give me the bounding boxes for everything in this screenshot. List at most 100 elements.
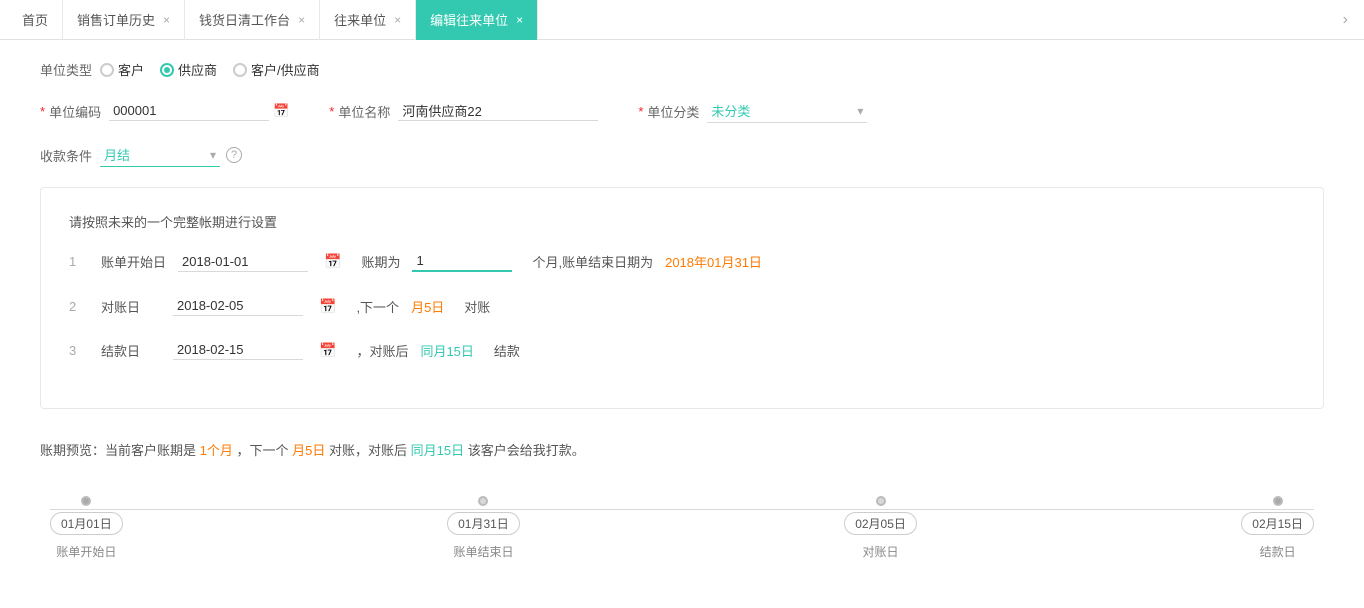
tab-sales-order-history-close[interactable]: × [163, 13, 170, 27]
preview-prefix: 账期预览：当前客户账期是 [40, 443, 196, 458]
unit-code-group: * 单位编码 📅 [40, 101, 289, 121]
preview-highlight3: 同月15日 [411, 443, 464, 458]
tab-cash-reconciliation[interactable]: 钱货日清工作台 × [185, 0, 320, 40]
step-num-2: 2 [69, 299, 89, 314]
step-date-input-3[interactable] [173, 340, 303, 360]
radio-customer-supplier-label: 客户/供应商 [251, 60, 320, 79]
step-label-2: 对账日 [101, 297, 161, 316]
timeline: 01月01日 账单开始日 01月31日 账单结束日 02月05日 对账日 02月… [40, 496, 1324, 560]
timeline-point-0: 01月01日 账单开始日 [50, 496, 123, 560]
timeline-points: 01月01日 账单开始日 01月31日 账单结束日 02月05日 对账日 02月… [50, 496, 1314, 560]
timeline-badge-3: 02月15日 [1241, 512, 1314, 535]
timeline-dot-2 [876, 496, 886, 506]
payment-terms-arrow: ▾ [210, 148, 216, 162]
calendar-icon-3[interactable]: 📅 [319, 342, 336, 359]
step-3-prefix: ，对账后 [356, 341, 408, 360]
tab-partner-units-label: 往来单位 [334, 10, 386, 29]
timeline-point-2: 02月05日 对账日 [844, 496, 917, 560]
tab-partner-units-close[interactable]: × [394, 13, 401, 27]
timeline-point-3: 02月15日 结款日 [1241, 496, 1314, 560]
payment-terms-row: 收款条件 月结 ▾ ? [40, 143, 1324, 167]
step-date-input-1[interactable] [178, 252, 308, 272]
step-2-prefix: ,下一个 [356, 297, 399, 316]
timeline-dot-1 [478, 496, 488, 506]
unit-code-input[interactable] [109, 101, 269, 121]
unit-code-label: 单位编码 [49, 102, 101, 121]
unit-code-star: * [40, 104, 45, 119]
preview-middle1: ，下一个 [237, 443, 289, 458]
tab-cash-reconciliation-close[interactable]: × [298, 13, 305, 27]
payment-terms-help-icon[interactable]: ? [226, 147, 242, 163]
radio-supplier[interactable]: 供应商 [160, 60, 217, 79]
payment-terms-value: 月结 [104, 145, 210, 164]
unit-category-group: * 单位分类 未分类 ▾ [638, 99, 867, 123]
step-2-suffix: 对账 [464, 297, 490, 316]
payment-terms-group: 收款条件 月结 ▾ ? [40, 143, 242, 167]
unit-name-label: 单位名称 [338, 102, 390, 121]
timeline-label-3: 结款日 [1260, 543, 1296, 560]
timeline-dot-0 [81, 496, 91, 506]
main-content: 单位类型 客户 供应商 客户/供应商 * 单位编码 [0, 40, 1364, 608]
step-2-highlight: 月5日 [411, 297, 444, 316]
calendar-icon-1[interactable]: 📅 [324, 253, 341, 270]
radio-customer-supplier[interactable]: 客户/供应商 [233, 60, 320, 79]
radio-supplier-label: 供应商 [178, 60, 217, 79]
tab-sales-order-history[interactable]: 销售订单历史 × [63, 0, 185, 40]
preview-highlight1: 1个月 [200, 443, 233, 458]
step-label-1: 账单开始日 [101, 252, 166, 271]
radio-customer-circle [100, 63, 114, 77]
tab-edit-partner-unit-close[interactable]: × [516, 13, 523, 27]
unit-category-label: 单位分类 [647, 102, 699, 121]
period-end-date: 2018年01月31日 [665, 252, 762, 271]
payment-terms-select[interactable]: 月结 ▾ [100, 143, 220, 167]
step-period-unit: 个月,账单结束日期为 [532, 252, 653, 271]
preview-suffix: 该客户会给我打款。 [468, 443, 585, 458]
radio-group-unit-type: 客户 供应商 客户/供应商 [100, 60, 320, 79]
unit-name-input[interactable] [398, 101, 598, 121]
timeline-point-1: 01月31日 账单结束日 [447, 496, 520, 560]
radio-customer-label: 客户 [118, 60, 144, 79]
tab-home-label: 首页 [22, 10, 48, 29]
tab-home[interactable]: 首页 [8, 0, 63, 40]
calendar-icon-2[interactable]: 📅 [319, 298, 336, 315]
timeline-badge-1: 01月31日 [447, 512, 520, 535]
radio-supplier-circle [160, 63, 174, 77]
unit-category-star: * [638, 104, 643, 119]
timeline-badge-2: 02月05日 [844, 512, 917, 535]
unit-name-group: * 单位名称 [329, 101, 598, 121]
radio-customer[interactable]: 客户 [100, 60, 144, 79]
step-row-1: 1 账单开始日 📅 账期为 个月,账单结束日期为 2018年01月31日 [69, 251, 1295, 272]
step-date-input-2[interactable] [173, 296, 303, 316]
unit-code-icon[interactable]: 📅 [273, 103, 289, 119]
tab-edit-partner-unit[interactable]: 编辑往来单位 × [416, 0, 538, 40]
step-period-label: 账期为 [361, 252, 400, 271]
radio-customer-supplier-circle [233, 63, 247, 77]
period-value-input[interactable] [412, 251, 512, 272]
step-3-suffix: 结款 [494, 341, 520, 360]
timeline-label-0: 账单开始日 [56, 543, 116, 560]
tab-cash-reconciliation-label: 钱货日清工作台 [199, 10, 290, 29]
unit-type-group: 单位类型 客户 供应商 客户/供应商 [40, 60, 320, 79]
unit-name-star: * [329, 104, 334, 119]
unit-type-row: 单位类型 客户 供应商 客户/供应商 [40, 60, 1324, 79]
tab-bar-arrow[interactable]: › [1335, 11, 1356, 29]
step-label-3: 结款日 [101, 341, 161, 360]
unit-info-row: * 单位编码 📅 * 单位名称 * 单位分类 未分类 ▾ [40, 99, 1324, 123]
payment-terms-label: 收款条件 [40, 146, 92, 165]
timeline-label-1: 账单结束日 [453, 543, 513, 560]
timeline-dot-3 [1273, 496, 1283, 506]
settings-title: 请按照未来的一个完整帐期进行设置 [69, 212, 1295, 231]
unit-category-value: 未分类 [711, 101, 857, 120]
settings-box: 请按照未来的一个完整帐期进行设置 1 账单开始日 📅 账期为 个月,账单结束日期… [40, 187, 1324, 409]
unit-category-select[interactable]: 未分类 ▾ [707, 99, 867, 123]
tab-partner-units[interactable]: 往来单位 × [320, 0, 416, 40]
preview-section: 账期预览：当前客户账期是 1个月 ，下一个 月5日 对账，对账后 同月15日 该… [40, 425, 1324, 476]
unit-category-arrow: ▾ [857, 104, 863, 118]
preview-middle2: 对账，对账后 [329, 443, 407, 458]
timeline-label-2: 对账日 [863, 543, 899, 560]
step-num-3: 3 [69, 343, 89, 358]
step-3-highlight: 同月15日 [420, 341, 473, 360]
unit-type-label: 单位类型 [40, 60, 92, 79]
tab-sales-order-history-label: 销售订单历史 [77, 10, 155, 29]
tab-edit-partner-unit-label: 编辑往来单位 [430, 10, 508, 29]
